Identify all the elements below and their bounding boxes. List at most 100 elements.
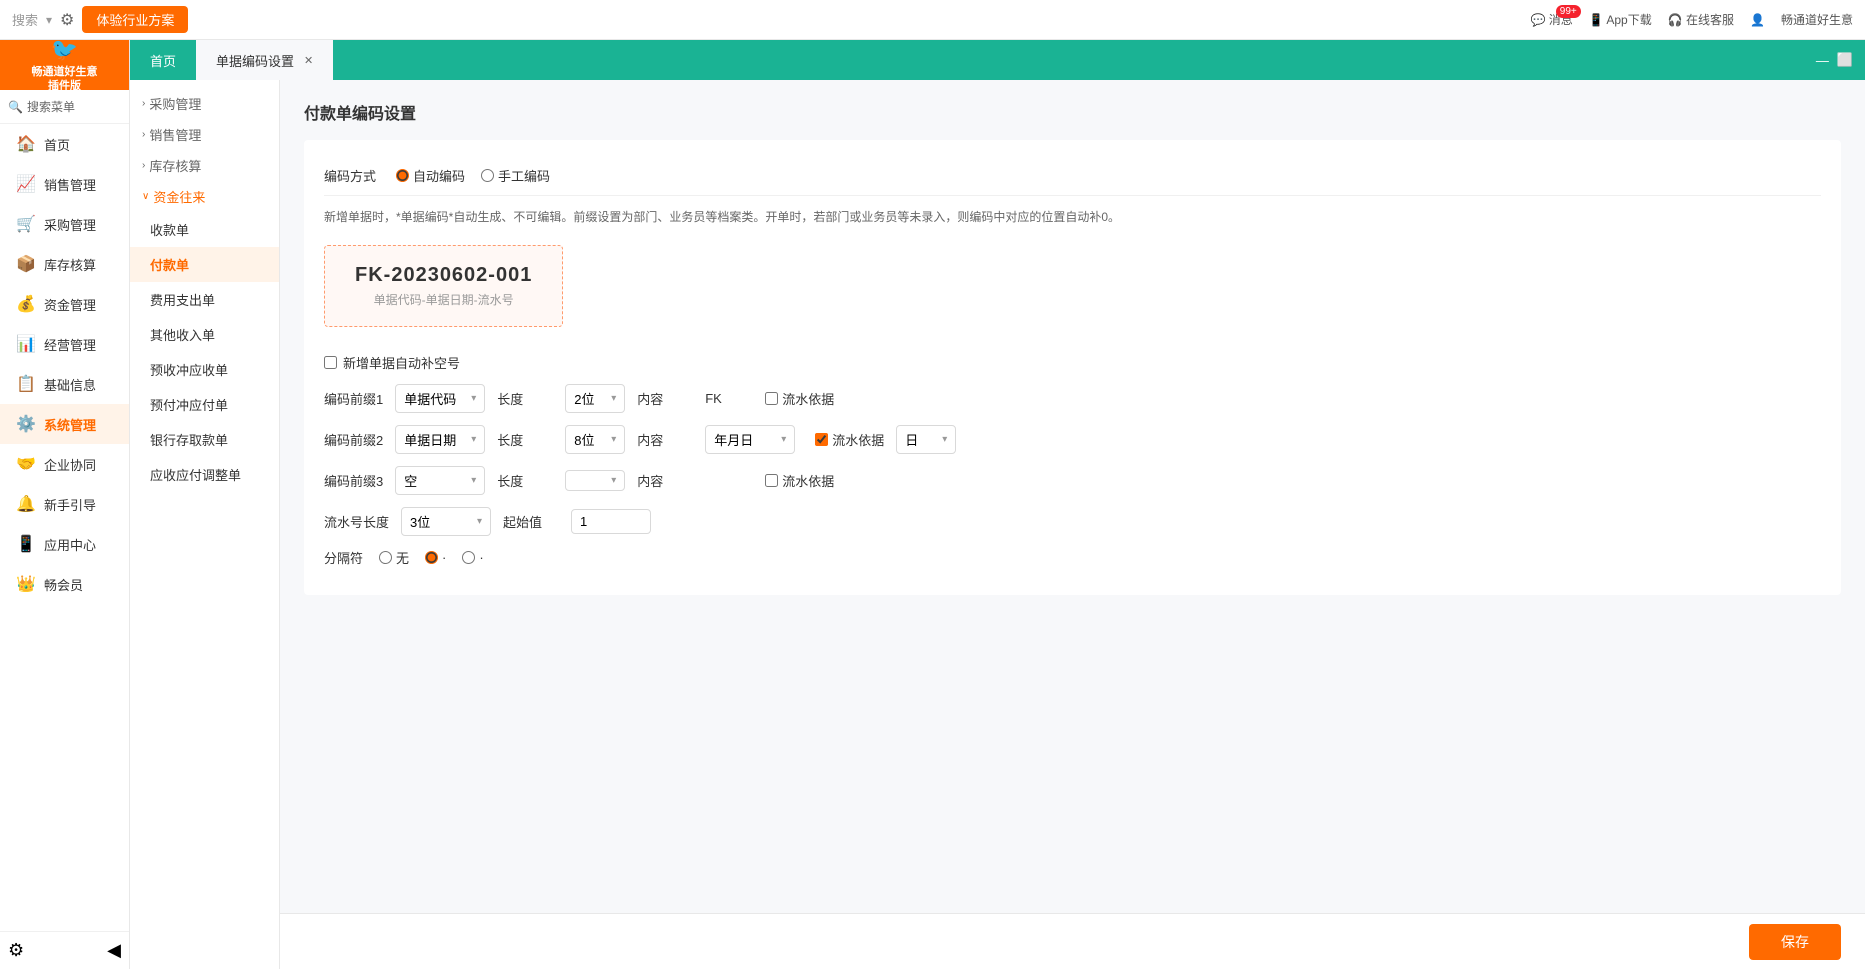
settings-icon[interactable]: ⚙	[60, 10, 74, 30]
second-nav-advance-pay[interactable]: 预付冲应付单	[130, 387, 279, 422]
length3-select[interactable]: ▾	[565, 470, 625, 491]
second-nav-receipt[interactable]: 收款单	[130, 212, 279, 247]
second-nav-other-income[interactable]: 其他收入单	[130, 317, 279, 352]
prefix2-label: 编码前缀2	[324, 430, 383, 449]
top-bar: 搜索 ▾ ⚙ 体验行业方案 💬 消息 99+ 📱 App下载 🎧 在线客服 👤 …	[0, 0, 1865, 40]
content2-label: 内容	[637, 430, 693, 449]
messages-count: 99+	[1556, 5, 1581, 18]
system-icon: ⚙️	[16, 414, 36, 434]
encode-radio-group: 自动编码 手工编码	[396, 166, 550, 185]
tab-right-controls: — ⬜	[1816, 52, 1865, 68]
prefix1-arrow: ▾	[471, 393, 476, 404]
content-area: 首页 单据编码设置 ✕ — ⬜ › 采购管理 › 销售管理	[130, 40, 1865, 969]
tab-maximize-icon[interactable]: ⬜	[1837, 52, 1853, 68]
encode-method-label: 编码方式	[324, 166, 376, 185]
second-nav-payment[interactable]: 付款单	[130, 247, 279, 282]
start-value-input[interactable]	[571, 509, 651, 534]
sidebar-item-enterprise[interactable]: 🤝 企业协同	[0, 444, 129, 484]
sidebar-item-sales[interactable]: 📈 销售管理	[0, 164, 129, 204]
length2-arrow: ▾	[611, 434, 616, 445]
length1-select[interactable]: 2位 ▾	[565, 384, 625, 413]
sep-dash-input[interactable]	[425, 551, 438, 564]
second-nav-sales[interactable]: › 销售管理	[130, 119, 279, 150]
content1-label: 内容	[637, 389, 693, 408]
sep-none-input[interactable]	[379, 551, 392, 564]
main-panel: 付款单编码设置 编码方式 自动编码	[280, 80, 1865, 969]
serial-length-label: 流水号长度	[324, 512, 389, 531]
second-nav-purchase[interactable]: › 采购管理	[130, 88, 279, 119]
save-button[interactable]: 保存	[1749, 924, 1841, 960]
trial-button[interactable]: 体验行业方案	[82, 6, 188, 33]
content2-select[interactable]: 年月日 ▾	[705, 425, 795, 454]
sidebar-bottom: ⚙ ◀	[0, 931, 129, 969]
dropdown-icon[interactable]: ▾	[46, 13, 52, 27]
sep-dash-radio[interactable]: ·	[425, 550, 446, 565]
top-bar-placeholder: 搜索	[12, 10, 38, 29]
length3-arrow: ▾	[611, 475, 616, 486]
sep-other-radio[interactable]: ·	[462, 550, 483, 565]
serial-follow1-input[interactable]	[765, 392, 778, 405]
sidebar-item-home[interactable]: 🏠 首页	[0, 124, 129, 164]
sep-other-input[interactable]	[462, 551, 475, 564]
vip-icon: 👑	[16, 574, 36, 594]
operations-icon: 📊	[16, 334, 36, 354]
separator-row: 分隔符 无 · ·	[324, 548, 1821, 567]
second-nav-ap-adjust[interactable]: 应收应付调整单	[130, 457, 279, 492]
start-value-label: 起始值	[503, 512, 559, 531]
length3-label: 长度	[497, 471, 553, 490]
serial-follow2-check[interactable]: 流水依据	[815, 430, 884, 449]
online-service-btn[interactable]: 🎧 在线客服	[1668, 11, 1734, 28]
sidebar-item-inventory[interactable]: 📦 库存核算	[0, 244, 129, 284]
serial-follow2-unit-select[interactable]: 日 ▾	[896, 425, 956, 454]
sidebar-nav: 🏠 首页 📈 销售管理 🛒 采购管理 📦 库存核算 💰 资金管理 📊 经	[0, 124, 129, 931]
sidebar-item-purchase[interactable]: 🛒 采购管理	[0, 204, 129, 244]
serial-follow2-input[interactable]	[815, 433, 828, 446]
chevron-down-icon-funds: ∨	[142, 191, 149, 202]
sidebar-item-guide[interactable]: 🔔 新手引导	[0, 484, 129, 524]
tab-minimize-icon[interactable]: —	[1816, 53, 1829, 68]
sidebar-item-finance[interactable]: 💰 资金管理	[0, 284, 129, 324]
content2-arrow: ▾	[781, 434, 786, 445]
auto-encode-radio[interactable]: 自动编码	[396, 166, 465, 185]
length1-label: 长度	[497, 389, 553, 408]
length2-select[interactable]: 8位 ▾	[565, 425, 625, 454]
sidebar-item-vip[interactable]: 👑 畅会员	[0, 564, 129, 604]
tab-bar: 首页 单据编码设置 ✕ — ⬜	[130, 40, 1865, 80]
prefix3-select[interactable]: 空 ▾	[395, 466, 485, 495]
content3-label: 内容	[637, 471, 693, 490]
serial-length-select[interactable]: 3位 ▾	[401, 507, 491, 536]
collapse-icon[interactable]: ◀	[107, 940, 121, 961]
prefix1-select[interactable]: 单据代码 ▾	[395, 384, 485, 413]
code-preview-sub: 单据代码-单据日期-流水号	[355, 291, 532, 308]
second-nav-funds[interactable]: ∨ 资金往来	[130, 181, 279, 212]
guide-icon: 🔔	[16, 494, 36, 514]
sidebar-search-btn[interactable]: 🔍 搜索菜单	[0, 90, 129, 124]
app-download-btn[interactable]: 📱 App下载	[1589, 11, 1652, 28]
prefix2-select[interactable]: 单据日期 ▾	[395, 425, 485, 454]
second-nav-bank[interactable]: 银行存取款单	[130, 422, 279, 457]
serial-follow3-check[interactable]: 流水依据	[765, 471, 834, 490]
second-nav-expense[interactable]: 费用支出单	[130, 282, 279, 317]
sidebar-item-basic[interactable]: 📋 基础信息	[0, 364, 129, 404]
serial-follow3-input[interactable]	[765, 474, 778, 487]
user-avatar[interactable]: 👤	[1750, 13, 1765, 27]
settings-bottom-icon[interactable]: ⚙	[8, 940, 24, 961]
serial-follow1-check[interactable]: 流水依据	[765, 389, 834, 408]
sidebar-item-system[interactable]: ⚙️ 系统管理	[0, 404, 129, 444]
tab-home[interactable]: 首页	[130, 40, 196, 80]
tab-encoding[interactable]: 单据编码设置 ✕	[196, 40, 333, 80]
sidebar-item-operations[interactable]: 📊 经营管理	[0, 324, 129, 364]
manual-encode-radio[interactable]: 手工编码	[481, 166, 550, 185]
auto-fill-checkbox[interactable]	[324, 356, 337, 369]
main-panel-inner: 付款单编码设置 编码方式 自动编码	[280, 80, 1865, 913]
tab-close-icon[interactable]: ✕	[304, 54, 313, 67]
sep-none-radio[interactable]: 无	[379, 548, 409, 567]
second-nav-advance-recv[interactable]: 预收冲应收单	[130, 352, 279, 387]
manual-encode-input[interactable]	[481, 169, 494, 182]
auto-encode-input[interactable]	[396, 169, 409, 182]
unit2-arrow: ▾	[942, 434, 947, 445]
messages-btn[interactable]: 💬 消息 99+	[1530, 11, 1572, 28]
page-title: 付款单编码设置	[304, 100, 1841, 124]
second-nav-inventory[interactable]: › 库存核算	[130, 150, 279, 181]
sidebar-item-apps[interactable]: 📱 应用中心	[0, 524, 129, 564]
